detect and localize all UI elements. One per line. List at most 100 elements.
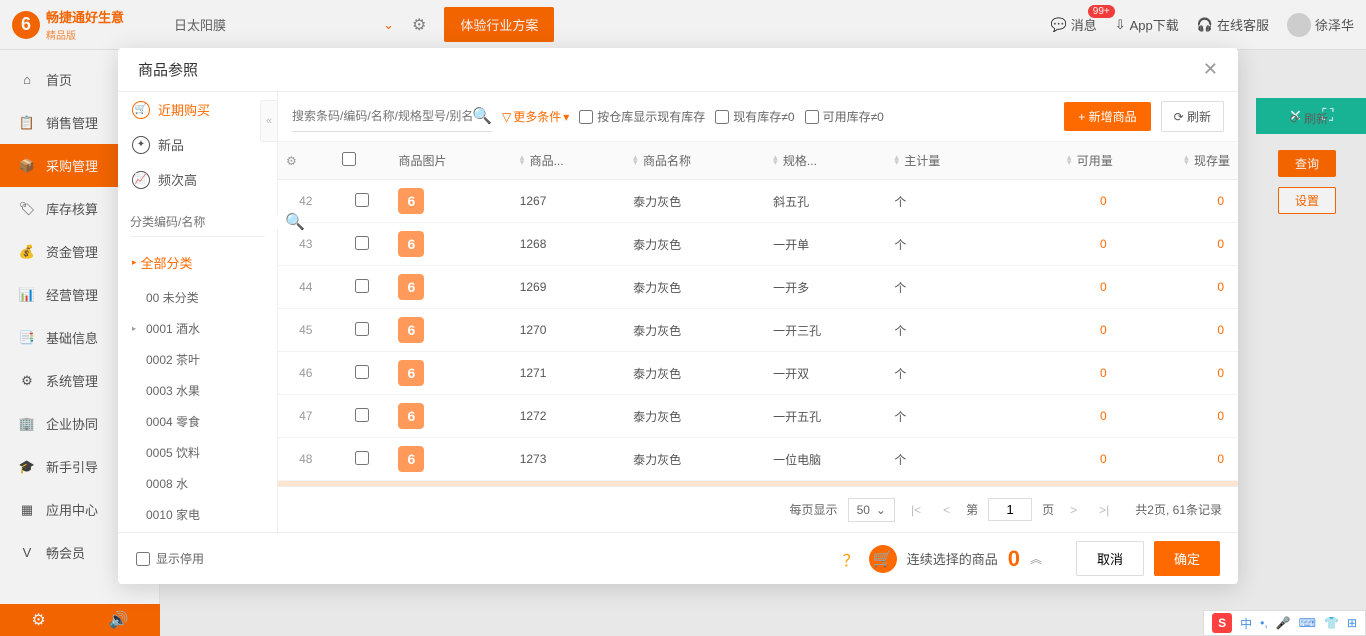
chevron-up-icon[interactable]: ︽ [1030, 550, 1042, 567]
per-page-value: 50 [857, 503, 870, 517]
col-header[interactable]: 商品图片 [390, 142, 511, 180]
cell-spec: 斜五孔 [765, 180, 886, 223]
chk-warehouse-stock[interactable]: 按仓库显示现有库存 [579, 108, 705, 125]
tab-label: 频次高 [158, 170, 197, 189]
category-item[interactable]: 0010 家电 [118, 499, 277, 530]
table-row[interactable]: 4261267泰力灰色斜五孔个00 [278, 180, 1238, 223]
ime-mode[interactable]: 中 [1240, 615, 1252, 632]
row-checkbox[interactable] [355, 236, 369, 250]
category-label: 0003 水果 [146, 382, 200, 399]
search-icon[interactable]: 🔍 [472, 106, 492, 126]
selected-count: 0 [1008, 546, 1020, 572]
row-checkbox[interactable] [355, 451, 369, 465]
cell-avail: 0 [1004, 223, 1121, 266]
category-item[interactable]: ▸0001 酒水 [118, 313, 277, 344]
page-input[interactable] [988, 498, 1032, 521]
sort-icon[interactable]: ▴▾ [894, 155, 899, 166]
row-num: 47 [278, 395, 334, 438]
add-product-button[interactable]: + 新增商品 [1064, 102, 1150, 131]
show-disabled-chk[interactable]: 显示停用 [136, 550, 204, 567]
cell-code: 1273 [512, 438, 625, 481]
checkbox[interactable] [579, 110, 593, 124]
col-header[interactable]: ▴▾ 可用量 [1004, 142, 1121, 180]
col-header[interactable]: ▴▾ 规格... [765, 142, 886, 180]
table-row[interactable]: 4861273泰力灰色一位电脑个00 [278, 438, 1238, 481]
category-root-label: 全部分类 [141, 253, 193, 272]
ok-button[interactable]: 确定 [1154, 541, 1220, 576]
cell-spec: 一开双 [765, 352, 886, 395]
refresh-icon: ⟳ [1174, 110, 1187, 124]
gear-icon[interactable]: ⚙ [286, 154, 297, 168]
modal-right-panel: 🔍 ▽ 更多条件 ▾ 按仓库显示现有库存 现有库存≠0 可用库存≠0 + 新增商… [278, 92, 1238, 532]
category-search-input[interactable] [130, 215, 285, 229]
help-icon[interactable]: ？ [843, 547, 859, 571]
chk-stock-nonzero[interactable]: 现有库存≠0 [715, 108, 794, 125]
left-tab-1[interactable]: ✦新品 [118, 127, 277, 162]
per-page-select[interactable]: 50 ⌄ [848, 498, 895, 522]
product-image-icon: 6 [398, 360, 424, 386]
row-checkbox[interactable] [355, 193, 369, 207]
category-root[interactable]: ▸ 全部分类 [118, 243, 277, 282]
cell-name: 泰力灰色 [625, 180, 765, 223]
row-checkbox[interactable] [355, 408, 369, 422]
category-item[interactable]: 00 未分类 [118, 282, 277, 313]
checkbox[interactable] [805, 110, 819, 124]
sort-icon[interactable]: ▴▾ [1184, 155, 1189, 166]
ime-skin-icon[interactable]: 👕 [1324, 616, 1339, 630]
close-icon[interactable]: ✕ [1203, 59, 1218, 80]
row-checkbox[interactable] [355, 322, 369, 336]
cancel-button[interactable]: 取消 [1076, 541, 1144, 576]
tab-label: 近期购买 [158, 100, 210, 119]
col-header[interactable] [334, 142, 391, 180]
row-checkbox[interactable] [355, 279, 369, 293]
category-item[interactable]: 0002 茶叶 [118, 344, 277, 375]
sort-icon[interactable]: ▴▾ [1067, 155, 1072, 166]
search-icon[interactable]: 🔍 [285, 212, 305, 232]
sort-icon[interactable]: ▴▾ [773, 155, 778, 166]
col-header[interactable]: ▴▾ 商品... [512, 142, 625, 180]
table-row[interactable]: 4761272泰力灰色一开五孔个00 [278, 395, 1238, 438]
cell-avail: 0 [1004, 180, 1121, 223]
left-tab-0[interactable]: 🛒近期购买 [118, 92, 277, 127]
prev-page-button[interactable]: < [937, 503, 956, 517]
select-all-checkbox[interactable] [342, 152, 356, 166]
product-search-input[interactable] [292, 109, 472, 123]
ime-keyboard-icon[interactable]: ⌨ [1299, 616, 1316, 630]
collapse-left-icon[interactable]: « [260, 100, 278, 142]
table-row[interactable]: 4661271泰力灰色一开双个00 [278, 352, 1238, 395]
ime-toolbox-icon[interactable]: ⊞ [1347, 616, 1357, 630]
cell-name: 泰力灰色 [625, 352, 765, 395]
col-header[interactable]: ▴▾ 主计量 [886, 142, 1003, 180]
add-label: 新增商品 [1089, 110, 1137, 124]
sort-icon[interactable]: ▴▾ [520, 155, 525, 166]
chk-available-nonzero[interactable]: 可用库存≠0 [805, 108, 884, 125]
last-page-button[interactable]: >| [1093, 503, 1115, 517]
more-filters-button[interactable]: ▽ 更多条件 ▾ [502, 108, 569, 125]
col-header[interactable]: ⚙ [278, 142, 334, 180]
tab-icon: ✦ [132, 136, 150, 154]
checkbox[interactable] [715, 110, 729, 124]
ime-logo-icon[interactable]: S [1212, 613, 1232, 633]
sort-icon[interactable]: ▴▾ [633, 155, 638, 166]
cell-spec: 一开五孔 [765, 395, 886, 438]
checkbox[interactable] [136, 552, 150, 566]
col-header[interactable]: ▴▾ 商品名称 [625, 142, 765, 180]
ime-voice-icon[interactable]: 🎤 [1276, 616, 1291, 630]
category-item[interactable]: 0005 饮料 [118, 437, 277, 468]
col-header[interactable]: ▴▾ 现存量 [1121, 142, 1238, 180]
left-tab-2[interactable]: 📈频次高 [118, 162, 277, 197]
category-item[interactable]: 0008 水 [118, 468, 277, 499]
table-row[interactable]: 4361268泰力灰色一开单个00 [278, 223, 1238, 266]
category-item[interactable]: 0003 水果 [118, 375, 277, 406]
row-checkbox[interactable] [355, 365, 369, 379]
first-page-button[interactable]: |< [905, 503, 927, 517]
cart-icon[interactable]: 🛒 [869, 545, 897, 573]
ime-punct-icon[interactable]: •, [1260, 616, 1268, 630]
cell-avail: 0 [1004, 395, 1121, 438]
refresh-label: 刷新 [1187, 110, 1211, 124]
category-item[interactable]: 0004 零食 [118, 406, 277, 437]
table-row[interactable]: 4461269泰力灰色一开多个00 [278, 266, 1238, 309]
table-row[interactable]: 4561270泰力灰色一开三孔个00 [278, 309, 1238, 352]
refresh-button[interactable]: ⟳ 刷新 [1161, 101, 1224, 132]
next-page-button[interactable]: > [1064, 503, 1083, 517]
